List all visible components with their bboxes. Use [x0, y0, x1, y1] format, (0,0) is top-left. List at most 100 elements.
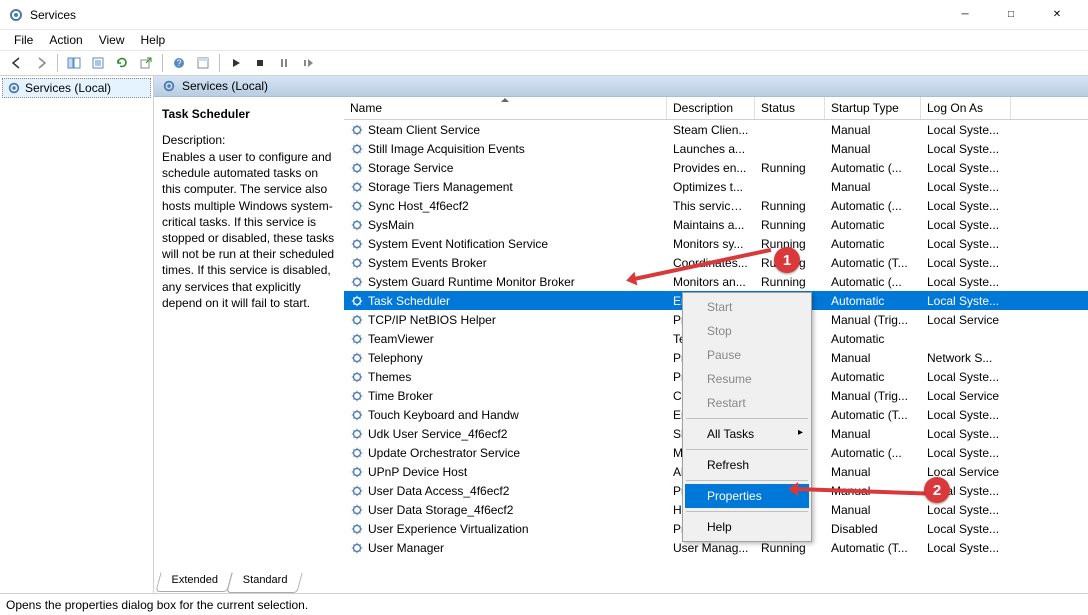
service-row[interactable]: Storage ServiceProvides en...RunningAuto… [344, 158, 1088, 177]
service-name-cell: User Data Storage_4f6ecf2 [344, 503, 667, 517]
pane-header: Services (Local) [154, 76, 1088, 97]
forward-button[interactable] [30, 52, 52, 74]
close-button[interactable]: ✕ [1034, 0, 1080, 30]
service-name-cell: UPnP Device Host [344, 465, 667, 479]
gear-icon [350, 180, 364, 194]
service-logon-cell: Local Syste... [921, 427, 1011, 441]
services-icon [162, 79, 176, 93]
service-desc-cell: Provides en... [667, 161, 755, 175]
column-status[interactable]: Status [755, 97, 825, 119]
service-row[interactable]: SysMainMaintains a...RunningAutomaticLoc… [344, 215, 1088, 234]
service-name-cell: Sync Host_4f6ecf2 [344, 199, 667, 213]
service-name-cell: SysMain [344, 218, 667, 232]
status-text: Opens the properties dialog box for the … [6, 598, 308, 612]
service-logon-cell: Local Syste... [921, 218, 1011, 232]
service-name-cell: TeamViewer [344, 332, 667, 346]
column-logon[interactable]: Log On As [921, 97, 1011, 119]
service-row[interactable]: Still Image Acquisition EventsLaunches a… [344, 139, 1088, 158]
tree-root-node[interactable]: Services (Local) [2, 78, 151, 98]
restart-service-button[interactable] [297, 52, 319, 74]
minimize-button[interactable]: ─ [942, 0, 988, 30]
service-logon-cell: Local Syste... [921, 142, 1011, 156]
refresh-button[interactable] [111, 52, 133, 74]
service-logon-cell: Network S... [921, 351, 1011, 365]
tree-root-label: Services (Local) [25, 81, 111, 95]
service-startup-cell: Automatic (T... [825, 408, 921, 422]
gear-icon [350, 427, 364, 441]
service-row[interactable]: System Event Notification ServiceMonitor… [344, 234, 1088, 253]
help-button[interactable]: ? [168, 52, 190, 74]
tab-extended[interactable]: Extended [155, 572, 233, 592]
main-body: Services (Local) Services (Local) Task S… [0, 76, 1088, 593]
pause-service-button[interactable] [273, 52, 295, 74]
service-startup-cell: Manual [825, 180, 921, 194]
service-row[interactable]: Sync Host_4f6ecf2This service ...Running… [344, 196, 1088, 215]
service-status-cell: Running [755, 199, 825, 213]
service-logon-cell: Local Syste... [921, 408, 1011, 422]
service-logon-cell: Local Syste... [921, 180, 1011, 194]
stop-service-button[interactable] [249, 52, 271, 74]
service-row[interactable]: Storage Tiers ManagementOptimizes t...Ma… [344, 177, 1088, 196]
action-pane-button[interactable] [192, 52, 214, 74]
service-startup-cell: Automatic (... [825, 161, 921, 175]
service-logon-cell: Local Syste... [921, 446, 1011, 460]
properties-button[interactable] [87, 52, 109, 74]
context-item-stop: Stop [685, 319, 809, 343]
column-description[interactable]: Description [667, 97, 755, 119]
gear-icon [350, 351, 364, 365]
service-name-cell: Themes [344, 370, 667, 384]
service-desc-cell: Launches a... [667, 142, 755, 156]
service-row[interactable]: System Guard Runtime Monitor BrokerMonit… [344, 272, 1088, 291]
gear-icon [350, 199, 364, 213]
back-button[interactable] [6, 52, 28, 74]
service-desc-cell: User Manag... [667, 541, 755, 555]
service-startup-cell: Automatic (... [825, 199, 921, 213]
service-logon-cell: Local Syste... [921, 294, 1011, 308]
service-startup-cell: Automatic [825, 218, 921, 232]
context-item-start: Start [685, 295, 809, 319]
toolbar: ? [0, 50, 1088, 76]
detail-desc-label: Description: [162, 133, 336, 147]
service-logon-cell: Local Syste... [921, 237, 1011, 251]
service-startup-cell: Manual [825, 123, 921, 137]
service-desc-cell: Maintains a... [667, 218, 755, 232]
gear-icon [350, 161, 364, 175]
service-startup-cell: Automatic (T... [825, 256, 921, 270]
context-item-help[interactable]: Help [685, 515, 809, 539]
detail-description: Enables a user to configure and schedule… [162, 149, 336, 311]
start-service-button[interactable] [225, 52, 247, 74]
service-desc-cell: Optimizes t... [667, 180, 755, 194]
gear-icon [350, 408, 364, 422]
gear-icon [350, 142, 364, 156]
service-name-cell: Task Scheduler [344, 294, 667, 308]
annotation-marker-1: 1 [774, 247, 800, 273]
tab-standard[interactable]: Standard [227, 573, 303, 593]
service-startup-cell: Manual [825, 351, 921, 365]
service-startup-cell: Automatic [825, 332, 921, 346]
column-name[interactable]: Name [344, 97, 667, 119]
context-item-refresh[interactable]: Refresh [685, 453, 809, 477]
context-separator [686, 418, 808, 419]
list-header: Name Description Status Startup Type Log… [344, 97, 1088, 120]
gear-icon [350, 389, 364, 403]
maximize-button[interactable]: □ [988, 0, 1034, 30]
service-startup-cell: Automatic [825, 294, 921, 308]
service-logon-cell: Local Syste... [921, 503, 1011, 517]
column-startup[interactable]: Startup Type [825, 97, 921, 119]
service-startup-cell: Disabled [825, 522, 921, 536]
menu-help[interactable]: Help [133, 31, 174, 49]
service-startup-cell: Manual (Trig... [825, 389, 921, 403]
menu-action[interactable]: Action [41, 31, 90, 49]
context-item-all-tasks[interactable]: All Tasks [685, 422, 809, 446]
context-separator [686, 449, 808, 450]
export-button[interactable] [135, 52, 157, 74]
service-desc-cell: Monitors sy... [667, 237, 755, 251]
service-name-cell: System Guard Runtime Monitor Broker [344, 275, 667, 289]
menu-file[interactable]: File [6, 31, 41, 49]
show-hide-tree-button[interactable] [63, 52, 85, 74]
context-item-restart: Restart [685, 391, 809, 415]
service-name-cell: Telephony [344, 351, 667, 365]
service-row[interactable]: Steam Client ServiceSteam Clien...Manual… [344, 120, 1088, 139]
menu-view[interactable]: View [91, 31, 133, 49]
service-logon-cell: Local Syste... [921, 522, 1011, 536]
